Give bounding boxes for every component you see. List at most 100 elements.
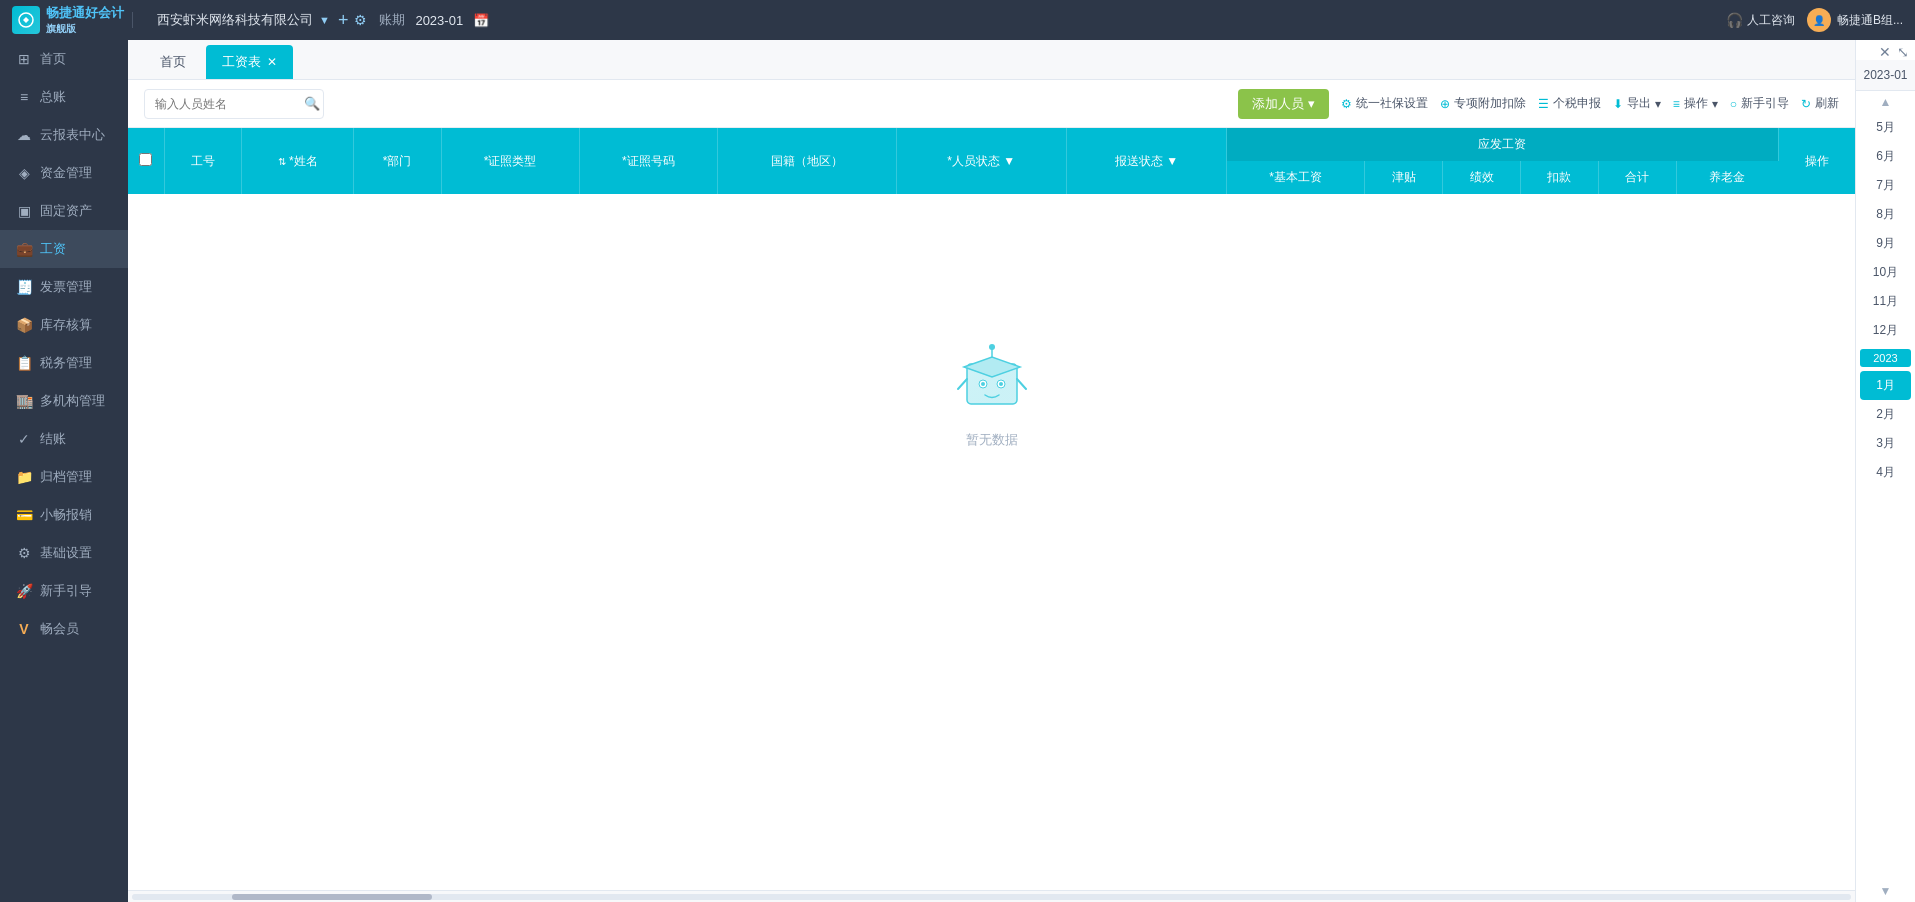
sidebar-item-close-period[interactable]: ✓ 结账: [0, 420, 128, 458]
close-period-icon: ✓: [16, 431, 32, 447]
month-item-3[interactable]: 3月: [1856, 429, 1915, 458]
month-item-10[interactable]: 10月: [1856, 258, 1915, 287]
svg-line-8: [958, 379, 967, 389]
sidebar-item-archive[interactable]: 📁 归档管理: [0, 458, 128, 496]
sidebar-item-funds[interactable]: ◈ 资金管理: [0, 154, 128, 192]
month-item-6[interactable]: 6月: [1856, 142, 1915, 171]
month-item-11[interactable]: 11月: [1856, 287, 1915, 316]
logo-line2: 旗舰版: [46, 22, 124, 36]
scroll-up-arrow[interactable]: ▲: [1856, 91, 1915, 113]
building-icon: ▣: [16, 203, 32, 219]
month-item-12[interactable]: 12月: [1856, 316, 1915, 345]
th-performance: 绩效: [1443, 161, 1521, 194]
archive-icon: 📁: [16, 469, 32, 485]
sidebar-item-cloud-report[interactable]: ☁ 云报表中心: [0, 116, 128, 154]
tax-icon: 📋: [16, 355, 32, 371]
operations-icon: ≡: [1673, 97, 1680, 111]
sidebar-item-ledger[interactable]: ≡ 总账: [0, 78, 128, 116]
panel-close-btn[interactable]: ✕: [1877, 44, 1893, 60]
header-divider-1: [132, 12, 133, 28]
add-btn-arrow: ▾: [1308, 96, 1315, 111]
headset-icon: 🎧: [1726, 12, 1743, 28]
period-label: 账期: [379, 11, 405, 29]
th-allowance: 津贴: [1365, 161, 1443, 194]
empty-state-icon: [952, 339, 1032, 419]
th-name[interactable]: ⇅ *姓名: [242, 128, 354, 194]
export-label: 导出: [1627, 95, 1651, 112]
sidebar-item-basic-settings[interactable]: ⚙ 基础设置: [0, 534, 128, 572]
scrollbar-thumb[interactable]: [232, 894, 432, 900]
refresh-action[interactable]: ↻ 刷新: [1801, 95, 1839, 112]
th-base-salary: *基本工资: [1227, 161, 1365, 194]
settings-btn[interactable]: ⚙: [354, 12, 367, 28]
sidebar-item-tax[interactable]: 📋 税务管理: [0, 344, 128, 382]
search-input[interactable]: [144, 89, 324, 119]
month-item-9[interactable]: 9月: [1856, 229, 1915, 258]
support-btn[interactable]: 🎧 人工咨询: [1726, 12, 1795, 29]
tab-payroll-table[interactable]: 工资表 ✕: [206, 45, 293, 79]
th-id-type: *证照类型: [441, 128, 579, 194]
sidebar: ⊞ 首页 ≡ 总账 ☁ 云报表中心 ◈ 资金管理 ▣ 固定资产 💼 工资: [0, 40, 128, 902]
app-header: 畅捷通好会计 旗舰版 西安虾米网络科技有限公司 ▼ + ⚙ 账期 2023-01…: [0, 0, 1915, 40]
tab-home[interactable]: 首页: [144, 45, 202, 79]
month-item-5[interactable]: 5月: [1856, 113, 1915, 142]
month-item-1-active[interactable]: 1月: [1860, 371, 1911, 400]
export-action[interactable]: ⬇ 导出 ▾: [1613, 95, 1661, 112]
sidebar-item-payroll[interactable]: 💼 工资: [0, 230, 128, 268]
sidebar-item-multi-org[interactable]: 🏬 多机构管理: [0, 382, 128, 420]
sort-icon-name: ⇅: [278, 156, 286, 167]
invoice-icon: 🧾: [16, 279, 32, 295]
search-icon: 🔍: [304, 96, 320, 111]
guide-action[interactable]: ○ 新手引导: [1730, 95, 1789, 112]
sidebar-item-guide[interactable]: 🚀 新手引导: [0, 572, 128, 610]
funds-icon: ◈: [16, 165, 32, 181]
svg-line-9: [1017, 379, 1026, 389]
app-logo: 畅捷通好会计 旗舰版: [12, 4, 124, 36]
table-scrollbar: [128, 890, 1855, 902]
th-report-status[interactable]: 报送状态 ▼: [1066, 128, 1226, 194]
payroll-icon: 💼: [16, 241, 32, 257]
select-all-checkbox[interactable]: [139, 153, 152, 166]
sidebar-item-ledger-label: 总账: [40, 88, 66, 106]
sidebar-item-funds-label: 资金管理: [40, 164, 92, 182]
ledger-icon: ≡: [16, 89, 32, 105]
sidebar-item-close-label: 结账: [40, 430, 66, 448]
header-company[interactable]: 西安虾米网络科技有限公司 ▼: [157, 11, 330, 29]
operations-action[interactable]: ≡ 操作 ▾: [1673, 95, 1718, 112]
operations-arrow: ▾: [1712, 97, 1718, 111]
add-person-btn[interactable]: 添加人员 ▾: [1238, 89, 1329, 119]
individual-tax-action[interactable]: ☰ 个税申报: [1538, 95, 1601, 112]
sidebar-item-expense[interactable]: 💳 小畅报销: [0, 496, 128, 534]
operations-label: 操作: [1684, 95, 1708, 112]
special-deduction-action[interactable]: ⊕ 专项附加扣除: [1440, 95, 1526, 112]
month-item-2[interactable]: 2月: [1856, 400, 1915, 429]
sidebar-item-fixed-assets[interactable]: ▣ 固定资产: [0, 192, 128, 230]
month-item-7[interactable]: 7月: [1856, 171, 1915, 200]
company-dropdown-icon[interactable]: ▼: [319, 14, 330, 26]
sidebar-item-inventory[interactable]: 📦 库存核算: [0, 306, 128, 344]
expense-icon: 💳: [16, 507, 32, 523]
th-deductions: 扣款: [1520, 161, 1598, 194]
sidebar-item-home[interactable]: ⊞ 首页: [0, 40, 128, 78]
tab-payroll-close[interactable]: ✕: [267, 55, 277, 69]
panel-expand-btn[interactable]: ⤡: [1895, 44, 1911, 60]
export-arrow: ▾: [1655, 97, 1661, 111]
scroll-down-arrow[interactable]: ▼: [1856, 880, 1915, 902]
user-menu[interactable]: 👤 畅捷通B组...: [1807, 8, 1903, 32]
sidebar-item-cloud-label: 云报表中心: [40, 126, 105, 144]
month-item-4[interactable]: 4月: [1856, 458, 1915, 487]
sidebar-item-vip[interactable]: V 畅会员: [0, 610, 128, 648]
th-status[interactable]: *人员状态 ▼: [896, 128, 1066, 194]
th-employee-id: 工号: [164, 128, 242, 194]
add-company-btn[interactable]: +: [338, 10, 349, 31]
month-item-8[interactable]: 8月: [1856, 200, 1915, 229]
th-checkbox[interactable]: [128, 128, 164, 194]
social-security-action[interactable]: ⚙ 统一社保设置: [1341, 95, 1428, 112]
logo-text-block: 畅捷通好会计 旗舰版: [46, 4, 124, 36]
sidebar-item-assets-label: 固定资产: [40, 202, 92, 220]
sidebar-item-expense-label: 小畅报销: [40, 506, 92, 524]
sidebar-item-invoice[interactable]: 🧾 发票管理: [0, 268, 128, 306]
user-label: 畅捷通B组...: [1837, 12, 1903, 29]
company-name: 西安虾米网络科技有限公司: [157, 11, 313, 29]
period-calendar-icon[interactable]: 📅: [473, 13, 489, 28]
